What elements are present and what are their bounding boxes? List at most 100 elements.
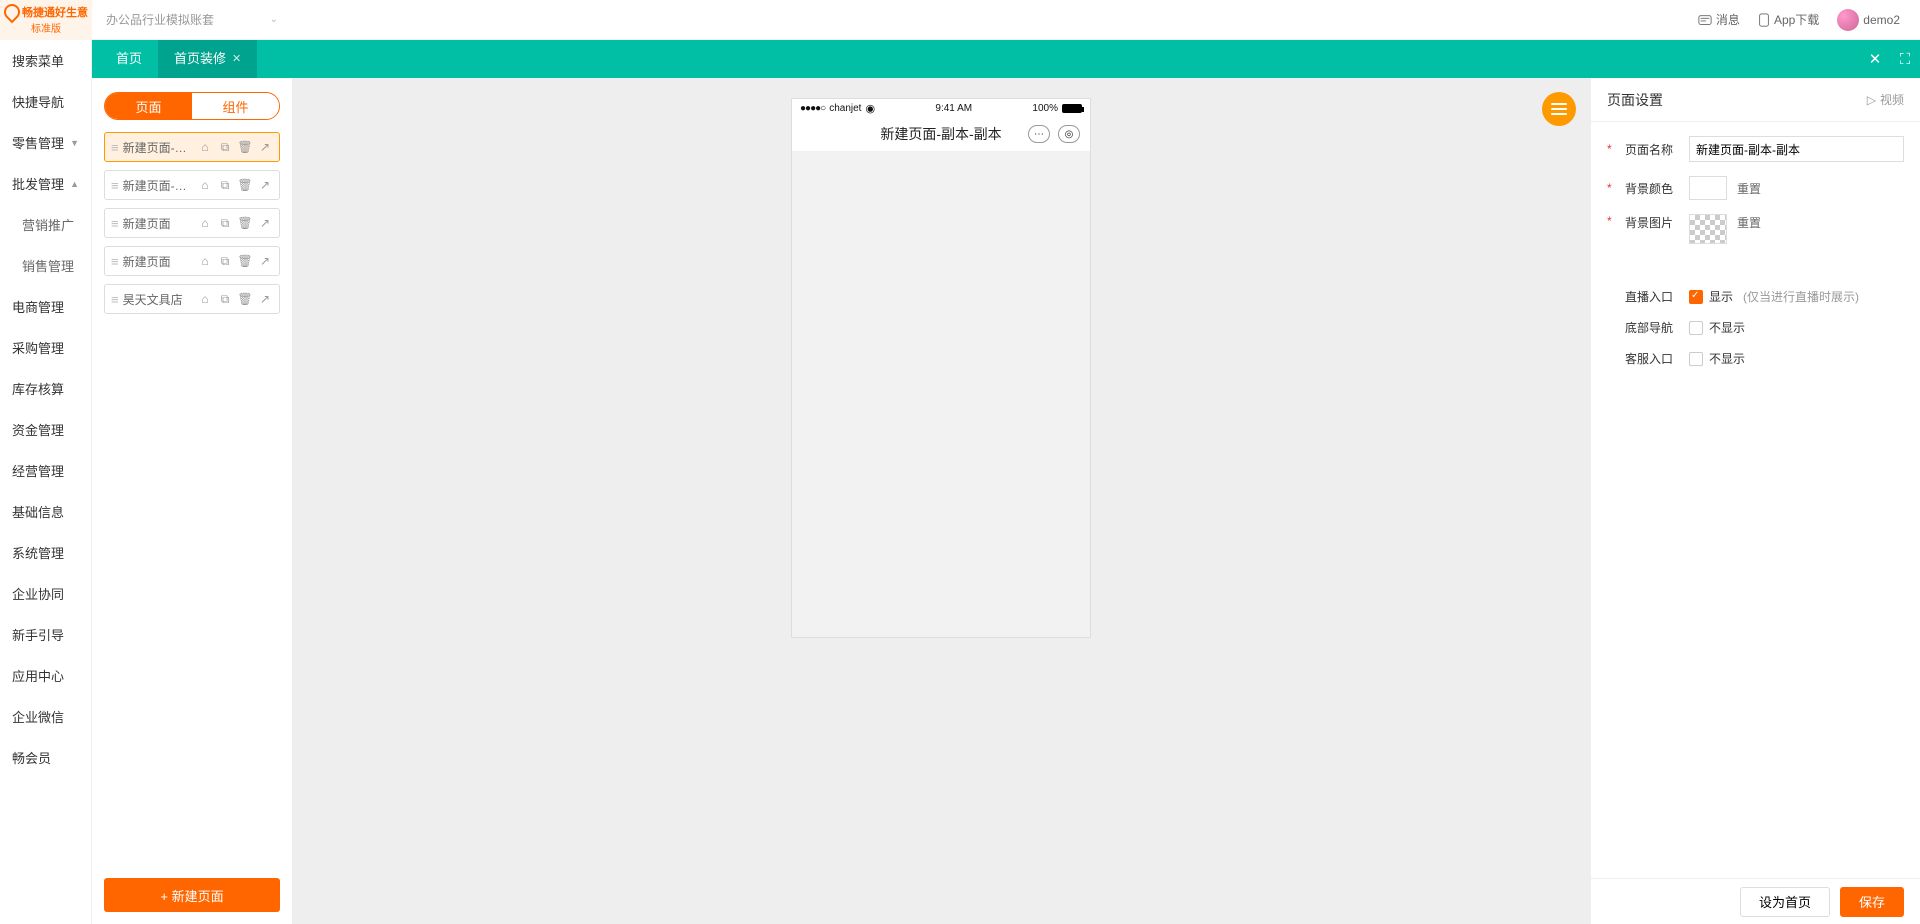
signal-icon: ●●●●○ bbox=[800, 103, 825, 114]
sidenav-item[interactable]: 基础信息 bbox=[0, 491, 91, 532]
drag-icon[interactable]: ≡ bbox=[111, 140, 119, 155]
page-name: 新建页面-副本... bbox=[123, 139, 193, 156]
drag-icon[interactable]: ≡ bbox=[111, 178, 119, 193]
sidenav-item[interactable]: 批发管理▲ bbox=[0, 163, 91, 204]
bottom-nav-checkbox[interactable]: 不显示 bbox=[1689, 319, 1745, 336]
live-hint: (仅当进行直播时展示) bbox=[1743, 288, 1859, 305]
sidenav-item[interactable]: 资金管理 bbox=[0, 409, 91, 450]
seg-page[interactable]: 页面 bbox=[105, 93, 192, 119]
page-row[interactable]: ≡ 昊天文具店 ⌂ ⧉ 🗑 ↗ bbox=[104, 284, 280, 314]
page-name-input[interactable] bbox=[1689, 136, 1904, 162]
cs-checkbox[interactable]: 不显示 bbox=[1689, 350, 1745, 367]
brand-logo: 畅捷通好生意 标准版 bbox=[0, 0, 92, 40]
seg-component[interactable]: 组件 bbox=[192, 93, 279, 119]
copy-icon[interactable]: ⧉ bbox=[217, 292, 233, 307]
page-row[interactable]: ≡新建页面-副本⌂⧉🗑↗ bbox=[104, 170, 280, 200]
sidenav-item[interactable]: 企业微信 bbox=[0, 696, 91, 737]
page-row[interactable]: ≡ 新建页面-副本... ⌂ ⧉ 🗑 ↗ bbox=[104, 132, 280, 162]
delete-icon[interactable]: 🗑 bbox=[237, 292, 253, 306]
toggle-panel-button[interactable] bbox=[1542, 92, 1576, 126]
add-page-button[interactable]: + 新建页面 bbox=[104, 878, 280, 912]
canvas: ●●●●○ chanjet ◉ 9:41 AM 100% 新建页面-副本-副本 bbox=[292, 78, 1590, 924]
share-icon[interactable]: ↗ bbox=[257, 178, 273, 192]
sidenav-item[interactable]: 搜索菜单 bbox=[0, 40, 91, 81]
drag-icon[interactable]: ≡ bbox=[111, 216, 119, 231]
sidenav-item[interactable]: 畅会员 bbox=[0, 737, 91, 778]
phone-body[interactable] bbox=[792, 151, 1090, 637]
copy-icon[interactable]: ⧉ bbox=[217, 216, 233, 231]
edition-label: 标准版 bbox=[31, 20, 61, 35]
copy-icon[interactable]: ⧉ bbox=[217, 254, 233, 269]
right-panel: 页面设置 ▷ 视频 *页面名称 *背景颜色 重置 bbox=[1590, 78, 1920, 924]
home-icon[interactable]: ⌂ bbox=[197, 178, 213, 192]
share-icon[interactable]: ↗ bbox=[257, 216, 273, 230]
panel-title: 页面设置 bbox=[1607, 90, 1663, 110]
page-name: 昊天文具店 bbox=[123, 291, 193, 308]
home-icon[interactable]: ⌂ bbox=[197, 216, 213, 230]
battery-icon bbox=[1062, 104, 1082, 113]
sidenav-item[interactable]: 系统管理 bbox=[0, 532, 91, 573]
sidenav-item[interactable]: 零售管理▼ bbox=[0, 122, 91, 163]
video-link[interactable]: ▷ 视频 bbox=[1867, 91, 1904, 108]
topbar: 畅捷通好生意 标准版 办公品行业模拟账套 ⌄ 消息 App下载 demo2 bbox=[0, 0, 1920, 40]
sidenav-item[interactable]: 销售管理 bbox=[0, 245, 91, 286]
close-icon[interactable]: ✕ bbox=[232, 40, 241, 78]
sidenav-item[interactable]: 经营管理 bbox=[0, 450, 91, 491]
drag-icon[interactable]: ≡ bbox=[111, 292, 119, 307]
mini-target-icon: ◎ bbox=[1058, 125, 1080, 143]
phone-icon bbox=[1758, 13, 1770, 27]
share-icon[interactable]: ↗ bbox=[257, 254, 273, 268]
copy-icon[interactable]: ⧉ bbox=[217, 178, 233, 193]
sidenav-item[interactable]: 新手引导 bbox=[0, 614, 91, 655]
live-checkbox[interactable]: 显示 bbox=[1689, 288, 1733, 305]
bg-image-picker[interactable] bbox=[1689, 214, 1727, 244]
page-row[interactable]: ≡ 新建页面 ⌂ ⧉ 🗑 ↗ bbox=[104, 208, 280, 238]
page-name: 新建页面 bbox=[123, 215, 193, 232]
share-icon[interactable]: ↗ bbox=[257, 140, 273, 154]
sidenav-item[interactable]: 企业协同 bbox=[0, 573, 91, 614]
footer: 设为首页 保存 bbox=[1591, 878, 1920, 924]
delete-icon[interactable]: 🗑 bbox=[237, 254, 253, 268]
user-menu[interactable]: demo2 bbox=[1837, 9, 1900, 31]
tab-home[interactable]: 首页 bbox=[100, 40, 158, 78]
page-list: ≡新建页面-副本...⌂⧉🗑↗≡新建页面-副本⌂⧉🗑↗≡新建页面⌂⧉🗑↗≡新建页… bbox=[104, 132, 280, 314]
messages-button[interactable]: 消息 bbox=[1698, 11, 1740, 28]
page-row[interactable]: ≡新建页面⌂⧉🗑↗ bbox=[104, 246, 280, 276]
reset-bg-color[interactable]: 重置 bbox=[1737, 180, 1761, 197]
sidenav-item[interactable]: 采购管理 bbox=[0, 327, 91, 368]
account-selector[interactable]: 办公品行业模拟账套 ⌄ bbox=[92, 11, 292, 28]
phone-preview: ●●●●○ chanjet ◉ 9:41 AM 100% 新建页面-副本-副本 bbox=[791, 98, 1091, 638]
left-panel: 页面 组件 ≡新建页面-副本...⌂⧉🗑↗≡新建页面-副本⌂⧉🗑↗≡新建页面⌂⧉… bbox=[92, 78, 292, 924]
close-all-button[interactable]: ✕ bbox=[1860, 40, 1890, 78]
play-icon: ▷ bbox=[1867, 93, 1876, 107]
fullscreen-button[interactable]: ⛶ bbox=[1890, 40, 1920, 78]
home-icon[interactable]: ⌂ bbox=[197, 254, 213, 268]
sidenav-item[interactable]: 营销推广 bbox=[0, 204, 91, 245]
account-name: 办公品行业模拟账套 bbox=[106, 11, 214, 28]
app-download-button[interactable]: App下载 bbox=[1758, 11, 1819, 28]
brand-text: 畅捷通好生意 bbox=[22, 4, 88, 20]
bg-color-swatch[interactable] bbox=[1689, 176, 1727, 200]
delete-icon[interactable]: 🗑 bbox=[237, 140, 253, 154]
sidenav-item[interactable]: 库存核算 bbox=[0, 368, 91, 409]
tab-editor[interactable]: 首页装修 ✕ bbox=[158, 40, 257, 78]
delete-icon[interactable]: 🗑 bbox=[237, 178, 253, 192]
copy-icon[interactable]: ⧉ bbox=[217, 140, 233, 155]
live-label: 直播入口 bbox=[1625, 288, 1679, 305]
phone-title: 新建页面-副本-副本 bbox=[880, 124, 1001, 144]
bg-color-label: 背景颜色 bbox=[1625, 180, 1679, 197]
reset-bg-image[interactable]: 重置 bbox=[1737, 214, 1761, 231]
home-icon[interactable]: ⌂ bbox=[197, 140, 213, 154]
bottom-nav-label: 底部导航 bbox=[1625, 319, 1679, 336]
delete-icon[interactable]: 🗑 bbox=[237, 216, 253, 230]
share-icon[interactable]: ↗ bbox=[257, 292, 273, 306]
phone-status-bar: ●●●●○ chanjet ◉ 9:41 AM 100% bbox=[792, 99, 1090, 117]
drag-icon[interactable]: ≡ bbox=[111, 254, 119, 269]
set-home-button[interactable]: 设为首页 bbox=[1740, 887, 1830, 917]
logo-icon bbox=[1, 1, 24, 24]
sidenav-item[interactable]: 应用中心 bbox=[0, 655, 91, 696]
home-icon[interactable]: ⌂ bbox=[197, 292, 213, 306]
sidenav-item[interactable]: 快捷导航 bbox=[0, 81, 91, 122]
sidenav-item[interactable]: 电商管理 bbox=[0, 286, 91, 327]
save-button[interactable]: 保存 bbox=[1840, 887, 1904, 917]
